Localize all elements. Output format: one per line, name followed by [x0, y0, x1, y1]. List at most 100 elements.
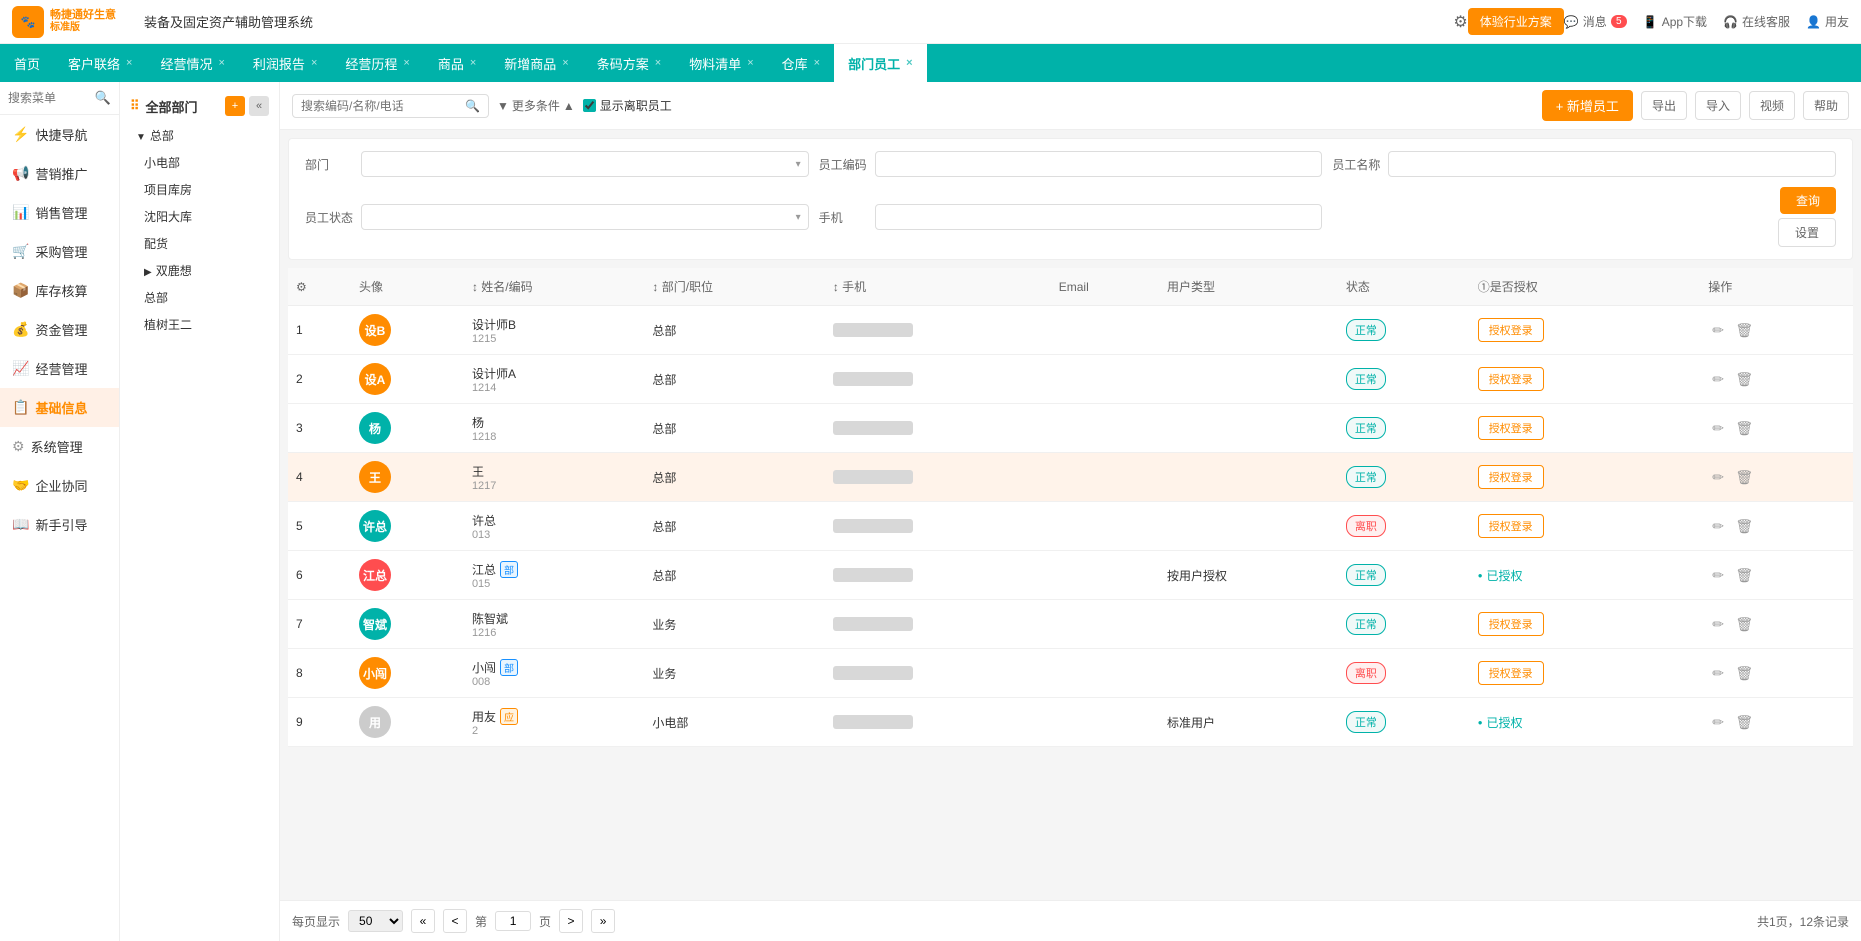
- auth-login-button[interactable]: 授权登录: [1478, 612, 1544, 636]
- nav-tab-经营历程[interactable]: 经营历程×: [331, 44, 423, 82]
- nav-tab-客户联络[interactable]: 客户联络×: [54, 44, 146, 82]
- delete-button[interactable]: 🗑: [1731, 565, 1757, 586]
- online-service-button[interactable]: 🎧 在线客服: [1723, 13, 1790, 30]
- close-tab-icon[interactable]: ×: [655, 57, 661, 69]
- delete-button[interactable]: 🗑: [1731, 467, 1757, 488]
- gear-button[interactable]: ⚙: [1453, 12, 1467, 32]
- close-tab-icon[interactable]: ×: [814, 57, 820, 69]
- sidebar-search[interactable]: 🔍: [0, 82, 119, 115]
- delete-button[interactable]: 🗑: [1731, 320, 1757, 341]
- first-page-button[interactable]: «: [411, 909, 435, 933]
- dept-collapse-button[interactable]: «: [249, 96, 269, 116]
- sidebar-item-营销推广[interactable]: 📢 营销推广: [0, 154, 119, 193]
- delete-button[interactable]: 🗑: [1731, 369, 1757, 390]
- dept-item[interactable]: ▼总部: [120, 122, 279, 149]
- close-tab-icon[interactable]: ×: [218, 57, 224, 69]
- dept-item[interactable]: 小电部: [120, 149, 279, 176]
- sidebar-item-新手引导[interactable]: 📖 新手引导: [0, 505, 119, 544]
- help-button[interactable]: 帮助: [1803, 91, 1849, 120]
- dept-item[interactable]: 项目库房: [120, 176, 279, 203]
- search-input[interactable]: [301, 99, 461, 113]
- edit-button[interactable]: ✏: [1708, 320, 1728, 341]
- emp-code-input[interactable]: [875, 151, 1323, 177]
- auth-login-button[interactable]: 授权登录: [1478, 661, 1544, 685]
- dept-item[interactable]: 配货: [120, 230, 279, 257]
- sidebar-search-input[interactable]: [8, 91, 95, 105]
- nav-tab-商品[interactable]: 商品×: [424, 44, 490, 82]
- message-button[interactable]: 💬 消息 5: [1564, 13, 1627, 30]
- sidebar-item-经营管理[interactable]: 📈 经营管理: [0, 349, 119, 388]
- emp-status-select-wrap[interactable]: ▾: [361, 204, 809, 230]
- import-button[interactable]: 导入: [1695, 91, 1741, 120]
- sidebar-item-资金管理[interactable]: 💰 资金管理: [0, 310, 119, 349]
- user-menu[interactable]: 👤 用友: [1806, 13, 1849, 30]
- sidebar-item-快捷导航[interactable]: ⚡ 快捷导航: [0, 115, 119, 154]
- close-tab-icon[interactable]: ×: [311, 57, 317, 69]
- experience-button[interactable]: 体验行业方案: [1468, 8, 1564, 35]
- nav-tab-条码方案[interactable]: 条码方案×: [583, 44, 675, 82]
- close-tab-icon[interactable]: ×: [562, 57, 568, 69]
- query-button[interactable]: 查询: [1780, 187, 1836, 214]
- col-name[interactable]: ↕ 姓名/编码: [464, 268, 644, 306]
- nav-tab-经营情况[interactable]: 经营情况×: [146, 44, 238, 82]
- dept-item[interactable]: ▶双鹿想: [120, 257, 279, 284]
- sidebar-item-采购管理[interactable]: 🛒 采购管理: [0, 232, 119, 271]
- nav-tab-仓库[interactable]: 仓库×: [768, 44, 834, 82]
- close-tab-icon[interactable]: ×: [126, 57, 132, 69]
- nav-tab-新增商品[interactable]: 新增商品×: [490, 44, 582, 82]
- edit-button[interactable]: ✏: [1708, 565, 1728, 586]
- sidebar-item-系统管理[interactable]: ⚙ 系统管理: [0, 427, 119, 466]
- edit-button[interactable]: ✏: [1708, 712, 1728, 733]
- col-phone[interactable]: ↕ 手机: [825, 268, 1051, 306]
- col-dept[interactable]: ↕ 部门/职位: [644, 268, 824, 306]
- last-page-button[interactable]: »: [591, 909, 615, 933]
- emp-status-select[interactable]: [361, 204, 809, 230]
- dept-item[interactable]: 植树王二: [120, 311, 279, 338]
- dept-add-button[interactable]: +: [225, 96, 245, 116]
- sidebar-item-库存核算[interactable]: 📦 库存核算: [0, 271, 119, 310]
- export-button[interactable]: 导出: [1641, 91, 1687, 120]
- prev-page-button[interactable]: <: [443, 909, 467, 933]
- edit-button[interactable]: ✏: [1708, 516, 1728, 537]
- auth-login-button[interactable]: 授权登录: [1478, 465, 1544, 489]
- close-tab-icon[interactable]: ×: [470, 57, 476, 69]
- sidebar-item-企业协同[interactable]: 🤝 企业协同: [0, 466, 119, 505]
- delete-button[interactable]: 🗑: [1731, 663, 1757, 684]
- dept-select-wrap[interactable]: ▾: [361, 151, 809, 177]
- reset-button[interactable]: 设置: [1778, 218, 1836, 247]
- auth-login-button[interactable]: 授权登录: [1478, 514, 1544, 538]
- page-input[interactable]: [495, 911, 531, 931]
- emp-name-input[interactable]: [1388, 151, 1836, 177]
- dept-item[interactable]: 沈阳大库: [120, 203, 279, 230]
- edit-button[interactable]: ✏: [1708, 369, 1728, 390]
- delete-button[interactable]: 🗑: [1731, 516, 1757, 537]
- close-tab-icon[interactable]: ×: [906, 57, 912, 69]
- search-input-wrap[interactable]: 🔍: [292, 94, 489, 118]
- delete-button[interactable]: 🗑: [1731, 418, 1757, 439]
- add-employee-button[interactable]: + 新增员工: [1542, 90, 1633, 121]
- per-page-select[interactable]: 50 100: [348, 910, 403, 932]
- show-resigned-checkbox[interactable]: 显示离职员工: [583, 97, 672, 114]
- dept-select[interactable]: [361, 151, 809, 177]
- col-setting[interactable]: ⚙: [288, 268, 351, 306]
- close-tab-icon[interactable]: ×: [747, 57, 753, 69]
- more-condition-button[interactable]: ▼ 更多条件 ▲: [497, 97, 575, 114]
- sidebar-item-销售管理[interactable]: 📊 销售管理: [0, 193, 119, 232]
- auth-login-button[interactable]: 授权登录: [1478, 416, 1544, 440]
- view-button[interactable]: 视频: [1749, 91, 1795, 120]
- edit-button[interactable]: ✏: [1708, 614, 1728, 635]
- phone-input[interactable]: [875, 204, 1323, 230]
- sidebar-item-基础信息[interactable]: 📋 基础信息: [0, 388, 119, 427]
- nav-tab-部门员工[interactable]: 部门员工×: [834, 44, 926, 82]
- auth-login-button[interactable]: 授权登录: [1478, 367, 1544, 391]
- dept-item[interactable]: 总部: [120, 284, 279, 311]
- next-page-button[interactable]: >: [559, 909, 583, 933]
- edit-button[interactable]: ✏: [1708, 418, 1728, 439]
- edit-button[interactable]: ✏: [1708, 663, 1728, 684]
- edit-button[interactable]: ✏: [1708, 467, 1728, 488]
- nav-tab-物料清单[interactable]: 物料清单×: [675, 44, 767, 82]
- delete-button[interactable]: 🗑: [1731, 712, 1757, 733]
- show-resigned-input[interactable]: [583, 99, 596, 112]
- close-tab-icon[interactable]: ×: [403, 57, 409, 69]
- nav-tab-利润报告[interactable]: 利润报告×: [239, 44, 331, 82]
